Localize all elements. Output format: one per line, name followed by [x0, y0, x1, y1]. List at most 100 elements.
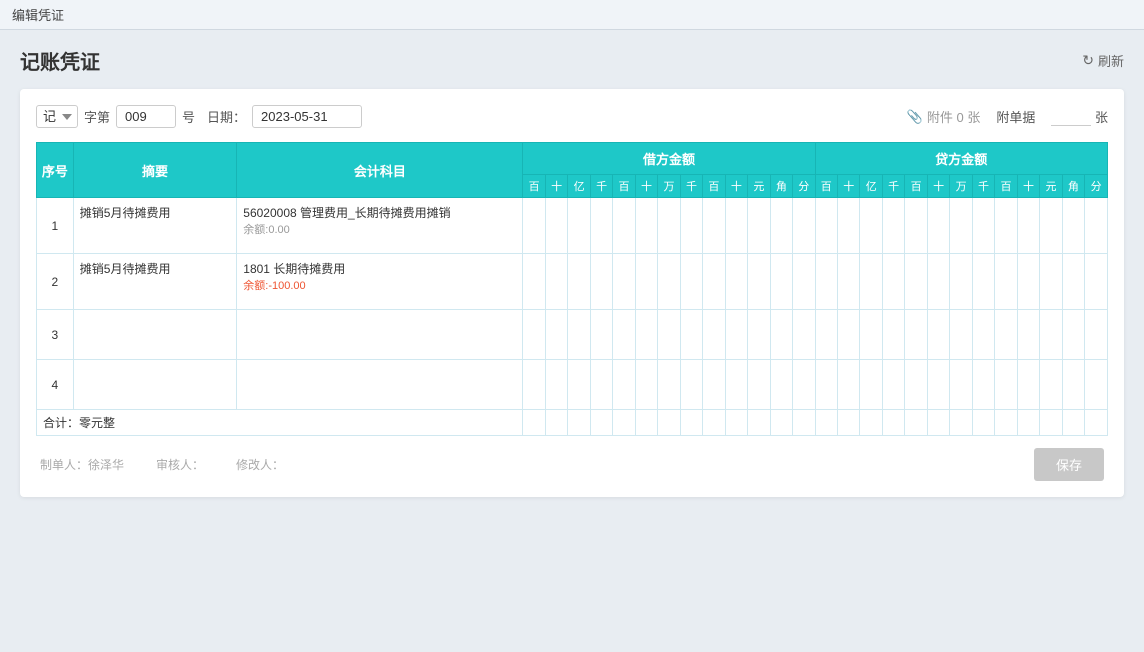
row2-d4[interactable] — [590, 254, 612, 310]
row2-c10[interactable] — [1017, 254, 1039, 310]
row1-d4[interactable] — [590, 198, 612, 254]
attach-doc-label: 附单据 — [996, 107, 1035, 126]
row1-d7[interactable] — [658, 198, 680, 254]
row1-c1[interactable] — [815, 198, 837, 254]
row2-subject[interactable]: 1801 长期待摊费用 余额:-100.00 — [237, 254, 523, 310]
debit-yi: 亿 — [568, 175, 590, 198]
row2-c12[interactable] — [1062, 254, 1084, 310]
debit-bai3: 百 — [703, 175, 725, 198]
row1-d3[interactable] — [568, 198, 590, 254]
table-row: 3 — [37, 310, 1108, 360]
row2-c5[interactable] — [905, 254, 927, 310]
row1-d1[interactable] — [523, 198, 545, 254]
row1-d8[interactable] — [680, 198, 702, 254]
zhang-input[interactable] — [1051, 110, 1091, 126]
page-header: 记账凭证 ↻ 刷新 — [20, 46, 1124, 75]
title-bar-label: 编辑凭证 — [12, 5, 64, 24]
debit-bai: 百 — [523, 175, 545, 198]
credit-wan: 万 — [950, 175, 972, 198]
row2-summary[interactable]: 摊销5月待摊费用 — [73, 254, 237, 310]
row1-c4[interactable] — [882, 198, 904, 254]
row2-d10[interactable] — [725, 254, 747, 310]
row2-c1[interactable] — [815, 254, 837, 310]
title-bar: 编辑凭证 — [0, 0, 1144, 30]
row1-d5[interactable] — [613, 198, 635, 254]
page-title: 记账凭证 — [20, 46, 100, 75]
row1-c6[interactable] — [927, 198, 949, 254]
row2-d11[interactable] — [748, 254, 770, 310]
debit-bai2: 百 — [613, 175, 635, 198]
row2-c9[interactable] — [995, 254, 1017, 310]
credit-shi2: 十 — [927, 175, 949, 198]
row1-c11[interactable] — [1040, 198, 1062, 254]
row2-seq: 2 — [37, 254, 74, 310]
refresh-button[interactable]: ↻ 刷新 — [1082, 51, 1124, 70]
row2-d9[interactable] — [703, 254, 725, 310]
row2-d2[interactable] — [545, 254, 567, 310]
row1-d2[interactable] — [545, 198, 567, 254]
row4-summary[interactable] — [73, 360, 237, 410]
refresh-icon: ↻ — [1082, 52, 1094, 69]
date-input[interactable] — [252, 105, 362, 128]
row2-c4[interactable] — [882, 254, 904, 310]
total-row: 合计：零元整 — [37, 410, 1108, 436]
row1-d13[interactable] — [793, 198, 815, 254]
row2-c8[interactable] — [972, 254, 994, 310]
credit-jiao: 角 — [1062, 175, 1084, 198]
credit-yuan: 元 — [1040, 175, 1062, 198]
row2-c6[interactable] — [927, 254, 949, 310]
row1-summary[interactable]: 摊销5月待摊费用 — [73, 198, 237, 254]
row2-d13[interactable] — [793, 254, 815, 310]
paperclip-icon: 📎 — [907, 109, 923, 125]
row2-d1[interactable] — [523, 254, 545, 310]
row1-c5[interactable] — [905, 198, 927, 254]
modifier-label: 修改人： — [236, 456, 284, 473]
attach-info: 📎 附件 0 张 — [907, 107, 981, 126]
row2-d5[interactable] — [613, 254, 635, 310]
row1-c10[interactable] — [1017, 198, 1039, 254]
row2-c2[interactable] — [837, 254, 859, 310]
row1-c8[interactable] — [972, 198, 994, 254]
voucher-meta: 记 字第 号 日期： 📎 附件 0 张 附单据 — [36, 105, 1108, 128]
row3-summary[interactable] — [73, 310, 237, 360]
credit-qian2: 千 — [972, 175, 994, 198]
row2-c3[interactable] — [860, 254, 882, 310]
row1-c9[interactable] — [995, 198, 1017, 254]
row1-subject[interactable]: 56020008 管理费用_长期待摊费用摊销 余额:0.00 — [237, 198, 523, 254]
row3-subject[interactable] — [237, 310, 523, 360]
row1-d9[interactable] — [703, 198, 725, 254]
row1-c3[interactable] — [860, 198, 882, 254]
row1-c2[interactable] — [837, 198, 859, 254]
attach-link[interactable]: 附件 0 张 — [927, 107, 981, 126]
zi-label: 字第 — [84, 107, 110, 126]
row2-d6[interactable] — [635, 254, 657, 310]
row1-d12[interactable] — [770, 198, 792, 254]
save-button[interactable]: 保存 — [1034, 448, 1104, 481]
row2-c13[interactable] — [1085, 254, 1108, 310]
row1-c7[interactable] — [950, 198, 972, 254]
row2-c11[interactable] — [1040, 254, 1062, 310]
th-subject: 会计科目 — [237, 143, 523, 198]
reviewer-label: 审核人： — [156, 456, 204, 473]
row2-d8[interactable] — [680, 254, 702, 310]
row2-d12[interactable] — [770, 254, 792, 310]
voucher-type-select[interactable]: 记 — [36, 105, 78, 128]
row1-d10[interactable] — [725, 198, 747, 254]
date-group: 日期： — [207, 105, 362, 128]
debit-jiao: 角 — [770, 175, 792, 198]
row1-d6[interactable] — [635, 198, 657, 254]
row2-d7[interactable] — [658, 254, 680, 310]
main-container: 记账凭证 ↻ 刷新 记 字第 号 日期： 📎 — [0, 30, 1144, 652]
row4-subject[interactable] — [237, 360, 523, 410]
row2-c7[interactable] — [950, 254, 972, 310]
debit-yuan: 元 — [748, 175, 770, 198]
row1-c12[interactable] — [1062, 198, 1084, 254]
row1-c13[interactable] — [1085, 198, 1108, 254]
row1-d11[interactable] — [748, 198, 770, 254]
debit-qian2: 千 — [680, 175, 702, 198]
credit-fen: 分 — [1085, 175, 1108, 198]
voucher-table: 序号 摘要 会计科目 借方金额 贷方金额 百 十 亿 千 百 十 万 — [36, 142, 1108, 436]
voucher-number-input[interactable] — [116, 105, 176, 128]
row2-d3[interactable] — [568, 254, 590, 310]
debit-shi2: 十 — [635, 175, 657, 198]
